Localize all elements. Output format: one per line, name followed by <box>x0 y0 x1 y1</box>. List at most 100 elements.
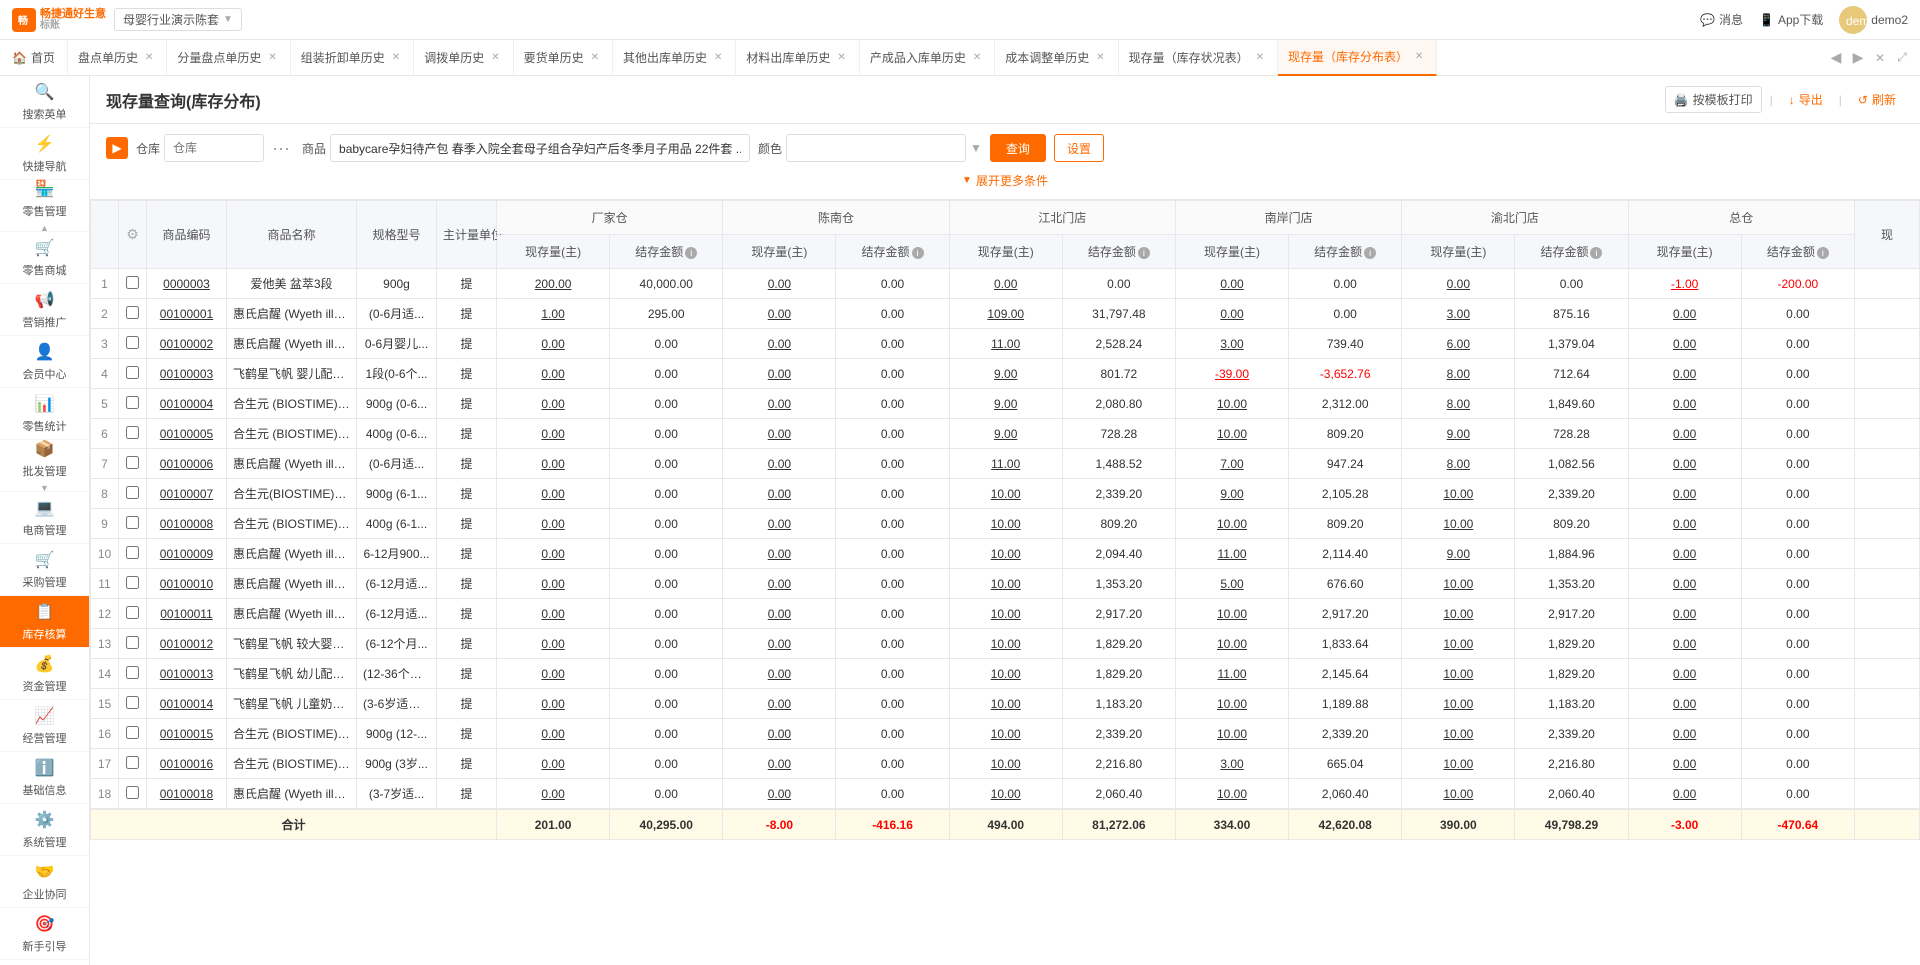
jb-qty-link[interactable]: 11.00 <box>991 337 1020 351</box>
jb-qty-link[interactable]: 9.00 <box>994 427 1017 441</box>
info-icon-2[interactable]: i <box>912 247 924 259</box>
nav-expand-btn[interactable]: ⤢ <box>1892 40 1912 76</box>
info-icon-5[interactable]: i <box>1590 247 1602 259</box>
jb-qty-link[interactable]: 10.00 <box>991 637 1021 651</box>
row-checkbox[interactable] <box>126 486 139 499</box>
nav-tab-1[interactable]: 分量盘点单历史 ✕ <box>167 40 290 76</box>
code-link[interactable]: 00100008 <box>160 517 213 531</box>
yb-qty-link[interactable]: 10.00 <box>1443 517 1473 531</box>
na-qty-link[interactable]: 10.00 <box>1217 787 1247 801</box>
nav-tab-2[interactable]: 组装折卸单历史 ✕ <box>291 40 414 76</box>
export-btn[interactable]: ↓ 导出 <box>1781 87 1831 112</box>
sidebar-item-retail-stats[interactable]: 📊 零售统计 <box>0 388 89 440</box>
yb-qty-link[interactable]: 10.00 <box>1443 757 1473 771</box>
jb-qty-link[interactable]: 10.00 <box>991 697 1021 711</box>
color-dropdown-icon[interactable]: ▼ <box>970 141 982 155</box>
info-icon-4[interactable]: i <box>1364 247 1376 259</box>
cell-checkbox[interactable] <box>119 299 147 329</box>
code-link[interactable]: 00100006 <box>160 457 213 471</box>
jb-qty-link[interactable]: 9.00 <box>994 397 1017 411</box>
tot-qty-link[interactable]: 0.00 <box>1673 757 1696 771</box>
goods-input[interactable] <box>330 134 750 162</box>
f-qty-link[interactable]: 0.00 <box>541 337 564 351</box>
tot-qty-link[interactable]: 0.00 <box>1673 637 1696 651</box>
jb-qty-link[interactable]: 10.00 <box>991 577 1021 591</box>
nav-tab-3-close[interactable]: ✕ <box>488 51 502 64</box>
info-icon-6[interactable]: i <box>1817 247 1829 259</box>
sidebar-item-retail-mall[interactable]: 🛒 零售商城 <box>0 232 89 284</box>
nav-tab-8[interactable]: 成本调整单历史 ✕ <box>995 40 1118 76</box>
nav-tab-9-close[interactable]: ✕ <box>1253 51 1267 64</box>
app-btn[interactable]: 📱 App下载 <box>1759 11 1823 28</box>
cell-checkbox[interactable] <box>119 749 147 779</box>
row-checkbox[interactable] <box>126 726 139 739</box>
code-link[interactable]: 00100013 <box>160 667 213 681</box>
cn-qty-link[interactable]: 0.00 <box>768 277 791 291</box>
f-qty-link[interactable]: 200.00 <box>535 277 572 291</box>
jb-qty-link[interactable]: 10.00 <box>991 757 1021 771</box>
cn-qty-link[interactable]: 0.00 <box>768 487 791 501</box>
nav-tab-4[interactable]: 要货单历史 ✕ <box>514 40 613 76</box>
cn-qty-link[interactable]: 0.00 <box>768 367 791 381</box>
row-checkbox[interactable] <box>126 426 139 439</box>
na-qty-link[interactable]: 3.00 <box>1220 337 1243 351</box>
tot-qty-link[interactable]: 0.00 <box>1673 307 1696 321</box>
cn-qty-link[interactable]: 0.00 <box>768 517 791 531</box>
na-qty-link[interactable]: 11.00 <box>1217 667 1246 681</box>
filter-collapse-btn[interactable]: ▶ <box>106 137 128 159</box>
row-checkbox[interactable] <box>126 636 139 649</box>
nav-tab-0-close[interactable]: ✕ <box>142 51 156 64</box>
yb-qty-link[interactable]: 10.00 <box>1443 667 1473 681</box>
cn-qty-link[interactable]: 0.00 <box>768 457 791 471</box>
f-qty-link[interactable]: 0.00 <box>541 727 564 741</box>
jb-qty-link[interactable]: 10.00 <box>991 787 1021 801</box>
row-checkbox[interactable] <box>126 756 139 769</box>
print-btn[interactable]: 🖨️ 按模板打印 <box>1665 86 1762 113</box>
cn-qty-link[interactable]: 0.00 <box>768 397 791 411</box>
settings-btn[interactable]: 设置 <box>1054 134 1104 162</box>
row-checkbox[interactable] <box>126 276 139 289</box>
nav-tab-10[interactable]: 现存量（库存分布表） ✕ <box>1278 40 1437 76</box>
cn-qty-link[interactable]: 0.00 <box>768 607 791 621</box>
code-link[interactable]: 00100007 <box>160 487 213 501</box>
na-qty-link[interactable]: -39.00 <box>1215 367 1249 381</box>
user-menu[interactable]: demo demo2 <box>1839 6 1908 34</box>
jb-qty-link[interactable]: 11.00 <box>991 457 1020 471</box>
cell-checkbox[interactable] <box>119 449 147 479</box>
cell-checkbox[interactable] <box>119 359 147 389</box>
sidebar-item-finance[interactable]: 💰 资金管理 <box>0 648 89 700</box>
nav-tab-8-close[interactable]: ✕ <box>1093 51 1107 64</box>
sidebar-item-retail-mgmt[interactable]: 🏪 零售管理 ▲ <box>0 180 89 232</box>
sidebar-item-system[interactable]: ⚙️ 系统管理 <box>0 804 89 856</box>
nav-tab-7-close[interactable]: ✕ <box>970 51 984 64</box>
sidebar-item-enterprise[interactable]: 🤝 企业协同 <box>0 856 89 908</box>
nav-tab-6[interactable]: 材料出库单历史 ✕ <box>736 40 859 76</box>
sidebar-item-operations[interactable]: 📈 经营管理 <box>0 700 89 752</box>
tot-qty-link[interactable]: 0.00 <box>1673 487 1696 501</box>
sidebar-item-appcenter[interactable]: 📱 应用中心 <box>0 960 89 965</box>
na-qty-link[interactable]: 0.00 <box>1220 277 1243 291</box>
nav-prev-btn[interactable]: ◀ <box>1826 40 1846 76</box>
f-qty-link[interactable]: 0.00 <box>541 667 564 681</box>
msg-btn[interactable]: 💬 消息 <box>1700 11 1743 28</box>
f-qty-link[interactable]: 0.00 <box>541 577 564 591</box>
sidebar-item-guide[interactable]: 🎯 新手引导 <box>0 908 89 960</box>
yb-qty-link[interactable]: 10.00 <box>1443 697 1473 711</box>
row-checkbox[interactable] <box>126 576 139 589</box>
jb-qty-link[interactable]: 10.00 <box>991 487 1021 501</box>
na-qty-link[interactable]: 10.00 <box>1217 697 1247 711</box>
cn-qty-link[interactable]: 0.00 <box>768 787 791 801</box>
warehouse-input[interactable] <box>164 134 264 162</box>
f-qty-link[interactable]: 0.00 <box>541 427 564 441</box>
code-link[interactable]: 00100003 <box>160 367 213 381</box>
nav-tab-9[interactable]: 现存量（库存状况表） ✕ <box>1119 40 1278 76</box>
row-checkbox[interactable] <box>126 456 139 469</box>
row-checkbox[interactable] <box>126 666 139 679</box>
row-checkbox[interactable] <box>126 546 139 559</box>
cell-checkbox[interactable] <box>119 689 147 719</box>
code-link[interactable]: 00100009 <box>160 547 213 561</box>
jb-qty-link[interactable]: 10.00 <box>991 667 1021 681</box>
na-qty-link[interactable]: 11.00 <box>1217 547 1246 561</box>
sidebar-item-basic-info[interactable]: ℹ️ 基础信息 <box>0 752 89 804</box>
f-qty-link[interactable]: 0.00 <box>541 787 564 801</box>
